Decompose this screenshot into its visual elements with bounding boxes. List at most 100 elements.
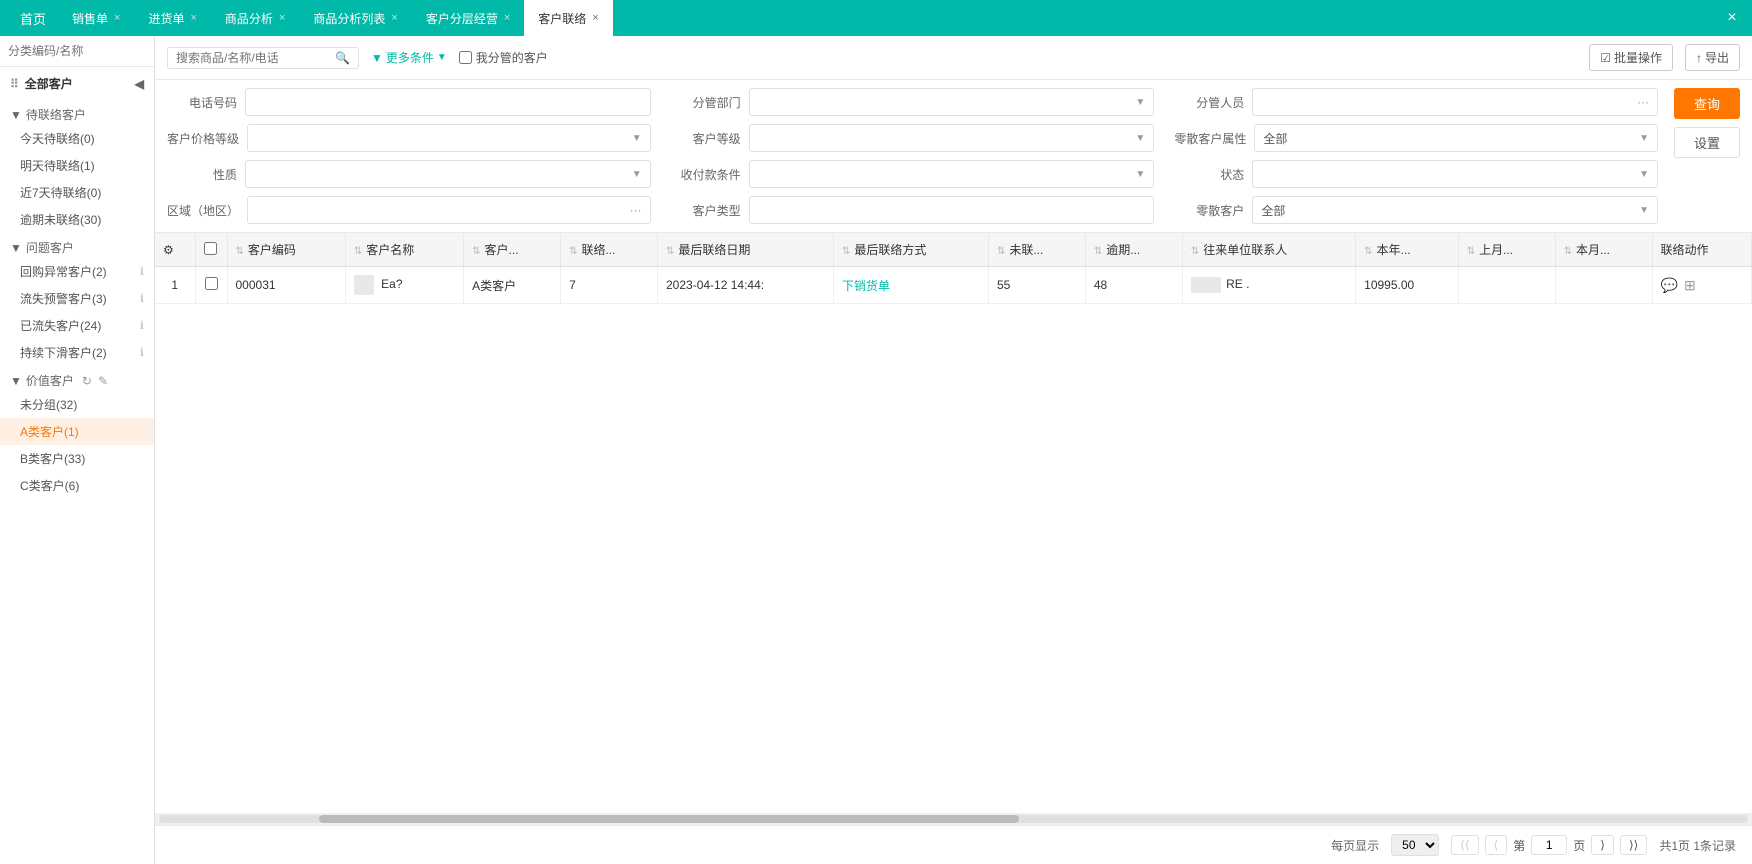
chevron-icon: ▼ — [437, 52, 447, 63]
th-last-method[interactable]: 最后联络方式 — [833, 233, 988, 267]
th-action: 联络动作 — [1652, 233, 1751, 267]
row-last-method[interactable]: 下销货单 — [833, 267, 988, 304]
close-tier-icon[interactable]: × — [504, 12, 510, 24]
sidebar-group-problem: ▼ 问题客户 — [0, 233, 154, 258]
th-last-month[interactable]: 上月... — [1458, 233, 1555, 267]
sidebar-item-c-class[interactable]: C类客户(6) — [0, 472, 154, 499]
th-contact[interactable]: 联络... — [561, 233, 658, 267]
th-settings[interactable]: ⚙ — [155, 233, 195, 267]
content-area: 🔍 ▼ 更多条件 ▼ 我分管的客户 ☑ 批量操作 ↑ 导出 — [155, 36, 1752, 864]
per-page-select[interactable]: 50 — [1391, 834, 1439, 856]
last-method-link[interactable]: 下销货单 — [842, 279, 890, 293]
sidebar-group-pending: ▼ 待联络客户 — [0, 100, 154, 125]
first-page-button[interactable]: ⟨⟨ — [1451, 835, 1478, 855]
message-action-icon[interactable]: 💬 — [1661, 277, 1678, 294]
export-button[interactable]: ↑ 导出 — [1685, 44, 1740, 71]
qr-action-icon[interactable]: ⊞ — [1684, 277, 1696, 294]
all-customers-label: 全部客户 — [25, 75, 73, 92]
row-this-year: 10995.00 — [1356, 267, 1459, 304]
next-page-button[interactable]: ⟩ — [1591, 835, 1614, 855]
settings-button[interactable]: 设置 — [1674, 127, 1740, 158]
search-icon[interactable]: 🔍 — [335, 51, 350, 65]
status-chevron-icon: ▼ — [1639, 169, 1649, 180]
sidebar-item-churned[interactable]: 已流失客户(24) ℹ — [0, 312, 154, 339]
info-icon-1: ℹ — [140, 265, 144, 278]
filter-cell-customer-type: 客户类型 — [671, 196, 1155, 224]
query-button[interactable]: 查询 — [1674, 88, 1740, 119]
refresh-icon[interactable]: ↻ — [82, 374, 92, 388]
th-company-contact[interactable]: 往来单位联系人 — [1182, 233, 1355, 267]
triangle-down-icon: ▼ — [10, 108, 22, 122]
nav-tab-analysis-list[interactable]: 商品分析列表 × — [299, 0, 411, 36]
nav-home[interactable]: 首页 — [8, 9, 58, 28]
my-customers-check-input[interactable] — [459, 51, 472, 64]
dept-select[interactable]: ▼ — [749, 88, 1155, 116]
sidebar: 🔍 ⠿ 全部客户 ◀ ▼ 待联络客户 今天待联络(0) 明天待联络(1) 近7天… — [0, 36, 155, 864]
th-this-month[interactable]: 本月... — [1555, 233, 1652, 267]
nav-tab-purchase[interactable]: 进货单 × — [134, 0, 210, 36]
scrollbar-thumb[interactable] — [319, 815, 1019, 823]
more-conditions-button[interactable]: ▼ 更多条件 ▼ — [371, 49, 447, 66]
nature-select[interactable]: ▼ — [245, 160, 651, 188]
filter-cell-phone: 电话号码 — [167, 88, 651, 116]
collapse-icon[interactable]: ◀ — [135, 77, 144, 91]
th-code[interactable]: 客户编码 — [227, 233, 345, 267]
sidebar-item-a-class[interactable]: A类客户(1) — [0, 418, 154, 445]
payment-select[interactable]: ▼ — [749, 160, 1155, 188]
price-level-select[interactable]: ▼ — [247, 124, 651, 152]
sidebar-item-today-pending[interactable]: 今天待联络(0) — [0, 125, 154, 152]
th-this-year[interactable]: 本年... — [1356, 233, 1459, 267]
sidebar-item-7days-pending[interactable]: 近7天待联络(0) — [0, 179, 154, 206]
sidebar-item-declining[interactable]: 持续下滑客户(2) ℹ — [0, 339, 154, 366]
retail-attr-select[interactable]: 全部 ▼ — [1254, 124, 1658, 152]
sidebar-item-tomorrow-pending[interactable]: 明天待联络(1) — [0, 152, 154, 179]
grid-icon: ⠿ — [10, 77, 19, 91]
sidebar-item-churn-warning[interactable]: 流失预警客户(3) ℹ — [0, 285, 154, 312]
region-input[interactable]: ··· — [247, 196, 651, 224]
page-input[interactable] — [1531, 835, 1567, 855]
nav-tab-customer-tier[interactable]: 客户分层经营 × — [412, 0, 524, 36]
row-select-checkbox[interactable] — [205, 277, 218, 290]
edit-icon[interactable]: ✎ — [98, 374, 108, 388]
retail-select[interactable]: 全部 ▼ — [1252, 196, 1658, 224]
customer-level-select[interactable]: ▼ — [749, 124, 1155, 152]
last-page-button[interactable]: ⟩⟩ — [1620, 835, 1647, 855]
filter-row-2: 客户价格等级 ▼ 客户等级 ▼ — [167, 124, 1658, 152]
sidebar-search-input[interactable] — [8, 44, 155, 58]
close-analysis-list-icon[interactable]: × — [391, 12, 397, 24]
th-name[interactable]: 客户名称 — [345, 233, 463, 267]
close-contact-icon[interactable]: × — [592, 12, 598, 24]
horizontal-scrollbar[interactable] — [155, 813, 1752, 825]
prev-page-button[interactable]: ⟨ — [1485, 835, 1508, 855]
window-close-button[interactable]: × — [1720, 6, 1744, 30]
person-input[interactable]: ··· — [1252, 88, 1658, 116]
status-select[interactable]: ▼ — [1252, 160, 1658, 188]
th-type[interactable]: 客户... — [464, 233, 561, 267]
main-search-input[interactable] — [176, 51, 331, 65]
th-last-date[interactable]: 最后联络日期 — [658, 233, 834, 267]
customer-type-input[interactable] — [749, 196, 1155, 224]
close-analysis-icon[interactable]: × — [279, 12, 285, 24]
table-header-row: ⚙ 客户编码 客户名称 客户... 联络... 最后联络日期 最后联络方式 未联… — [155, 233, 1752, 267]
page-nav: ⟨⟨ ⟨ 第 页 ⟩ ⟩⟩ — [1451, 835, 1647, 855]
filter-cell-price-level: 客户价格等级 ▼ — [167, 124, 651, 152]
th-overdue[interactable]: 逾期... — [1085, 233, 1182, 267]
customer-level-chevron-icon: ▼ — [1135, 133, 1145, 144]
sidebar-item-b-class[interactable]: B类客户(33) — [0, 445, 154, 472]
phone-input[interactable] — [245, 88, 651, 116]
sidebar-item-overdue[interactable]: 逾期未联络(30) — [0, 206, 154, 233]
nature-label: 性质 — [167, 166, 237, 183]
sidebar-all-customers-header[interactable]: ⠿ 全部客户 ◀ — [0, 67, 154, 100]
select-all-checkbox[interactable] — [204, 242, 217, 255]
sidebar-item-unclassified[interactable]: 未分组(32) — [0, 391, 154, 418]
batch-operation-button[interactable]: ☑ 批量操作 — [1589, 44, 1673, 71]
close-sales-icon[interactable]: × — [114, 12, 120, 24]
my-customers-checkbox[interactable]: 我分管的客户 — [459, 49, 548, 66]
th-no-contact[interactable]: 未联... — [988, 233, 1085, 267]
sidebar-item-repurchase-abnormal[interactable]: 回购异常客户(2) ℹ — [0, 258, 154, 285]
close-purchase-icon[interactable]: × — [190, 12, 196, 24]
nav-tab-customer-contact[interactable]: 客户联络 × — [524, 0, 612, 36]
nav-tab-analysis[interactable]: 商品分析 × — [211, 0, 299, 36]
nav-tab-sales[interactable]: 销售单 × — [58, 0, 134, 36]
table-area: ⚙ 客户编码 客户名称 客户... 联络... 最后联络日期 最后联络方式 未联… — [155, 233, 1752, 813]
